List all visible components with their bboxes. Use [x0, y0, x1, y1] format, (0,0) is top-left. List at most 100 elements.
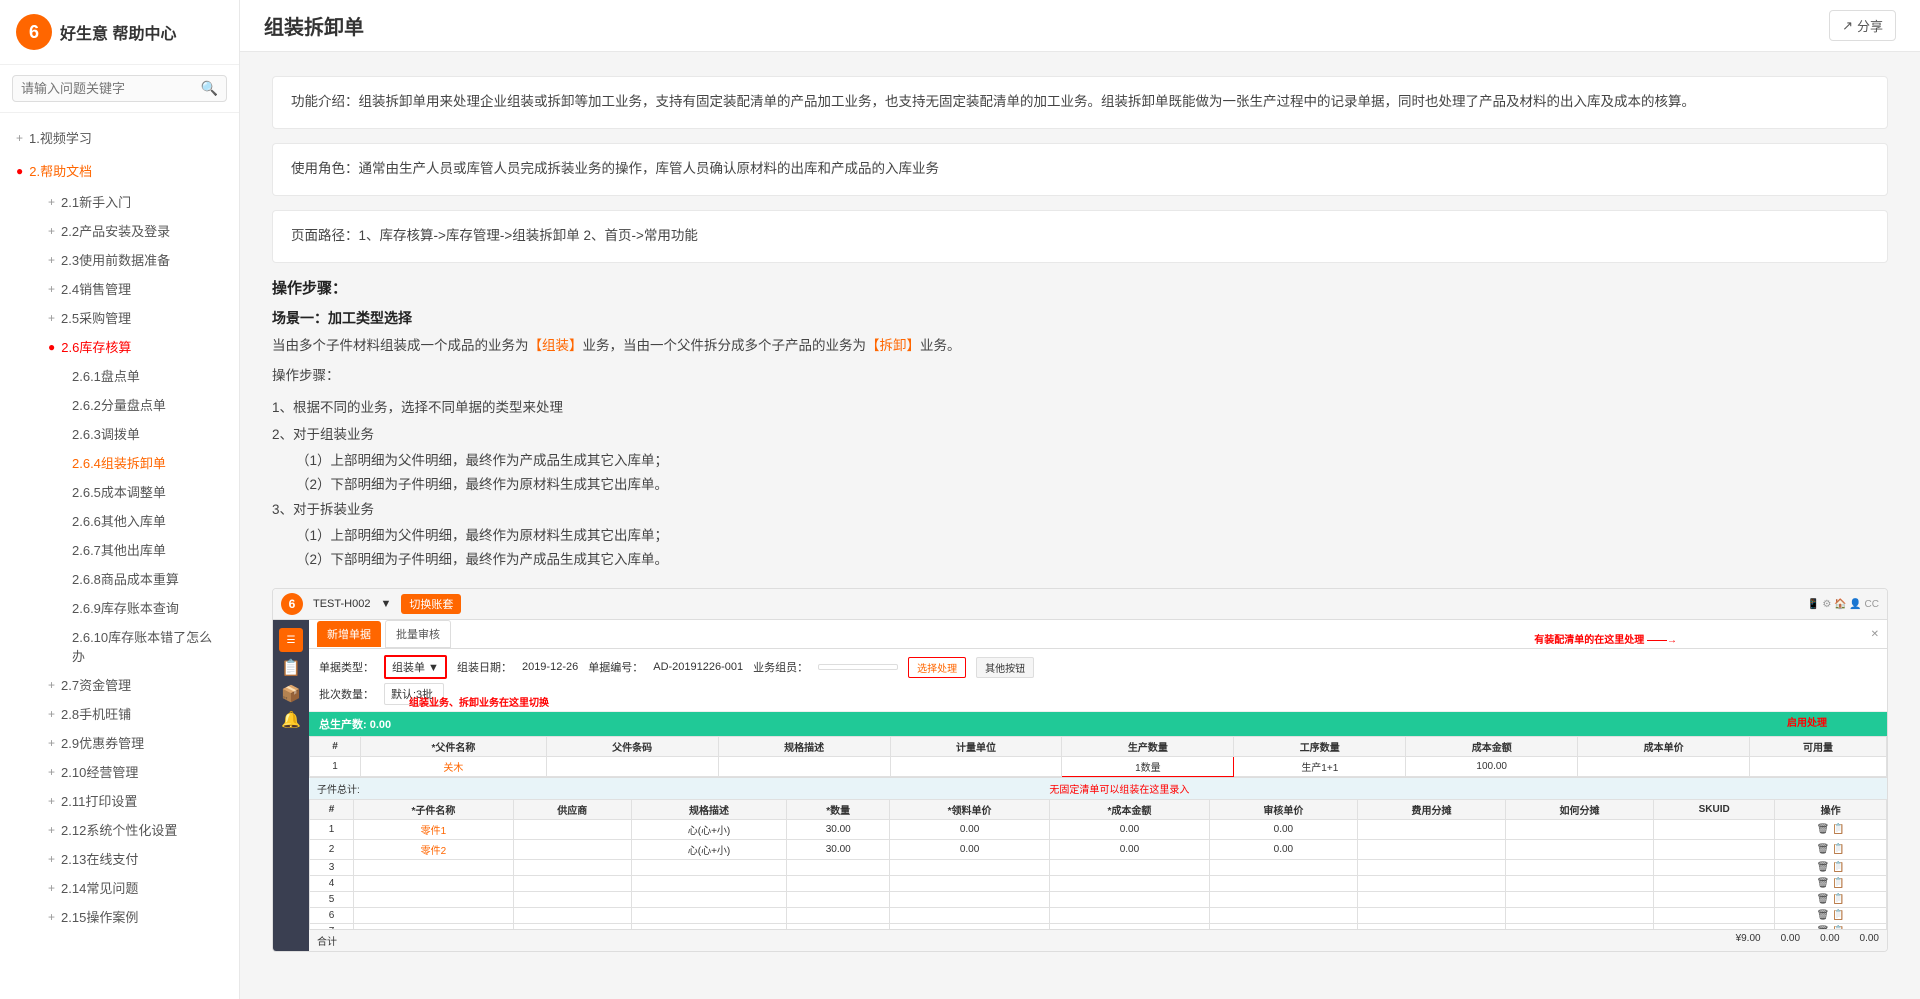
- sidebar-item-video[interactable]: + 1.视频学习: [0, 121, 239, 154]
- mock-sub-th: *子件名称: [354, 800, 514, 820]
- sidebar-item-25[interactable]: + 2.5采购管理: [24, 303, 239, 332]
- sidebar-item-264[interactable]: 2.6.4组装拆卸单: [48, 448, 239, 477]
- sidebar-item-269[interactable]: 2.6.9库存账本查询: [48, 593, 239, 622]
- sidebar-item-212[interactable]: + 2.12系统个性化设置: [24, 815, 239, 844]
- sidebar-item-211[interactable]: + 2.11打印设置: [24, 786, 239, 815]
- sidebar-item-23[interactable]: + 2.3使用前数据准备: [24, 245, 239, 274]
- mock-th-2: *父件名称: [361, 737, 547, 757]
- sidebar-item-262[interactable]: 2.6.2分量盘点单: [48, 390, 239, 419]
- mock-worker-input: [818, 664, 898, 670]
- search-box[interactable]: 🔍: [12, 75, 227, 102]
- search-area: 🔍: [0, 65, 239, 113]
- plus-icon: +: [48, 282, 55, 296]
- app-logo: 6: [16, 14, 52, 50]
- sidebar-item-265[interactable]: 2.6.5成本调整单: [48, 477, 239, 506]
- sidebar-item-210[interactable]: + 2.10经营管理: [24, 757, 239, 786]
- sidebar-item-266[interactable]: 2.6.6其他入库单: [48, 506, 239, 535]
- info-block-role: 使用角色：通常由生产人员或库管人员完成拆装业务的操作，库管人员确认原材料的出库和…: [272, 143, 1888, 196]
- mock-sub-th: *数量: [787, 800, 890, 820]
- mock-label-billno: 单据编号：: [588, 659, 643, 675]
- mock-child-row-2: 2 零件2 心(心+小) 30.00 0.00 0.00 0.00: [310, 840, 1887, 860]
- app-name: 好生意 帮助中心: [60, 20, 176, 44]
- sidebar-item-28[interactable]: + 2.8手机旺铺: [24, 699, 239, 728]
- mock-tab-new: 新增单据: [317, 621, 381, 647]
- mock-dropdown-icon: ▼: [380, 598, 391, 610]
- logo-area: 6 好生意 帮助中心: [0, 0, 239, 65]
- mock-footer-label: 合计: [317, 933, 337, 948]
- sidebar-item-261[interactable]: 2.6.1盘点单: [48, 361, 239, 390]
- mock-sub-th: 费用分摊: [1357, 800, 1505, 820]
- mock-th-8: 成本金额: [1406, 737, 1578, 757]
- mock-cell: [718, 757, 890, 777]
- sidebar-item-215[interactable]: + 2.15操作案例: [24, 902, 239, 931]
- mock-th-4: 规格描述: [718, 737, 890, 757]
- mock-tab-batch: 批量审核: [385, 620, 451, 648]
- sidebar-item-21[interactable]: + 2.1新手入门: [24, 187, 239, 216]
- mock-cell: [890, 757, 1062, 777]
- mock-sub-th: 供应商: [513, 800, 631, 820]
- content-area: 功能介绍：组装拆卸单用来处理企业组装或拆卸等加工业务，支持有固定装配清单的产品加…: [240, 52, 1920, 999]
- sidebar-item-263[interactable]: 2.6.3调拨单: [48, 419, 239, 448]
- sub-step-2-2: （2）下部明细为子件明细，最终作为原材料生成其它出库单。: [296, 473, 1888, 497]
- annotation-4: 无固定清单可以组装在这里录入: [1049, 781, 1189, 796]
- mock-icons: 📱 ⚙ 🏠 👤 CC: [1807, 599, 1879, 610]
- sidebar-item-22[interactable]: + 2.2产品安装及登录: [24, 216, 239, 245]
- minus-icon: ●: [48, 340, 55, 354]
- mock-id: TEST-H002: [313, 598, 370, 610]
- mock-child-row-3: 3: [310, 860, 1887, 876]
- sidebar-item-2610[interactable]: 2.6.10库存账本错了怎么办: [48, 622, 239, 670]
- mock-date-val: 2019-12-26: [522, 661, 578, 673]
- mock-th-9: 成本单价: [1578, 737, 1750, 757]
- ops-steps-title: 操作步骤：: [272, 364, 1888, 388]
- mock-form-row: 单据类型： 组装单 ▼ 组装日期： 2019-12-26 单据编号： AD-20…: [319, 655, 1877, 679]
- plus-icon: +: [48, 253, 55, 267]
- mock-type-label: 总生产数: 0.00: [319, 716, 391, 732]
- plus-icon: +: [48, 910, 55, 924]
- search-input[interactable]: [21, 81, 201, 96]
- nav-sub-docs: + 2.1新手入门 + 2.2产品安装及登录 + 2.3使用前数据准备 + 2.…: [0, 187, 239, 931]
- mock-total-3: 0.00: [1820, 933, 1839, 948]
- mock-type-select: 组装单 ▼: [384, 655, 447, 679]
- mock-cell: [546, 757, 718, 777]
- mock-app-topbar: 6 TEST-H002 ▼ 切换账套 📱 ⚙ 🏠 👤 CC: [273, 589, 1887, 620]
- sidebar-item-docs[interactable]: ● 2.帮助文档: [0, 154, 239, 187]
- mock-cell: 1数量: [1062, 757, 1234, 777]
- sidebar-item-24[interactable]: + 2.4销售管理: [24, 274, 239, 303]
- plus-icon: +: [48, 707, 55, 721]
- mock-nav-icon: ☰: [279, 628, 303, 652]
- page-title: 组装拆卸单: [264, 11, 364, 40]
- mock-cell: 关木: [361, 757, 547, 777]
- mock-th-7: 工序数量: [1234, 737, 1406, 757]
- plus-icon: +: [48, 224, 55, 238]
- mock-lower-header: 子件总计: 无固定清单可以组装在这里录入: [309, 777, 1887, 799]
- mock-th-3: 父件条码: [546, 737, 718, 757]
- mock-sub-th: 规格描述: [631, 800, 787, 820]
- mock-parent-table: # *父件名称 父件条码 规格描述 计量单位 生产数量 工序数量 成本金额: [309, 736, 1887, 777]
- sidebar-item-267[interactable]: 2.6.7其他出库单: [48, 535, 239, 564]
- mock-lower-table: # *子件名称 供应商 规格描述 *数量 *领料单价 *成本金额 审核单价: [309, 799, 1887, 929]
- info-block-intro: 功能介绍：组装拆卸单用来处理企业组装或拆卸等加工业务，支持有固定装配清单的产品加…: [272, 76, 1888, 129]
- sub-step-3-1: （1）上部明细为父件明细，最终作为原材料生成其它出库单；: [296, 524, 1888, 548]
- mock-sub-th: 操作: [1775, 800, 1887, 820]
- search-icon: 🔍: [201, 80, 218, 97]
- mock-section-header: 总生产数: 0.00 组装业务、拆卸业务在这里切换 启用处理: [309, 712, 1887, 736]
- plus-icon: +: [48, 736, 55, 750]
- plus-icon: +: [48, 678, 55, 692]
- sidebar-item-213[interactable]: + 2.13在线支付: [24, 844, 239, 873]
- sidebar-item-268[interactable]: 2.6.8商品成本重算: [48, 564, 239, 593]
- plus-icon: +: [48, 823, 55, 837]
- sidebar-item-26[interactable]: ● 2.6库存核算: [24, 332, 239, 361]
- mock-label-type: 单据类型：: [319, 659, 374, 675]
- ops-section: 操作步骤： 场景一：加工类型选择 当由多个子件材料组装成一个成品的业务为【组装】…: [272, 277, 1888, 953]
- sidebar-item-214[interactable]: + 2.14常见问题: [24, 873, 239, 902]
- topbar: 组装拆卸单 ↗ 分享: [240, 0, 1920, 52]
- mock-confirm-btn: 选择处理: [908, 657, 966, 678]
- share-button[interactable]: ↗ 分享: [1829, 10, 1896, 41]
- sidebar-item-29[interactable]: + 2.9优惠券管理: [24, 728, 239, 757]
- mock-child-row-4: 4: [310, 876, 1887, 892]
- mock-child-row-1: 1 零件1 心(心+小) 30.00 0.00 0.00 0.00: [310, 820, 1887, 840]
- mock-th-6: 生产数量: [1062, 737, 1234, 757]
- sidebar-item-27[interactable]: + 2.7资金管理: [24, 670, 239, 699]
- mock-left-nav: ☰ 📋 📦 🔔: [273, 620, 309, 951]
- mock-child-row-5: 5: [310, 892, 1887, 908]
